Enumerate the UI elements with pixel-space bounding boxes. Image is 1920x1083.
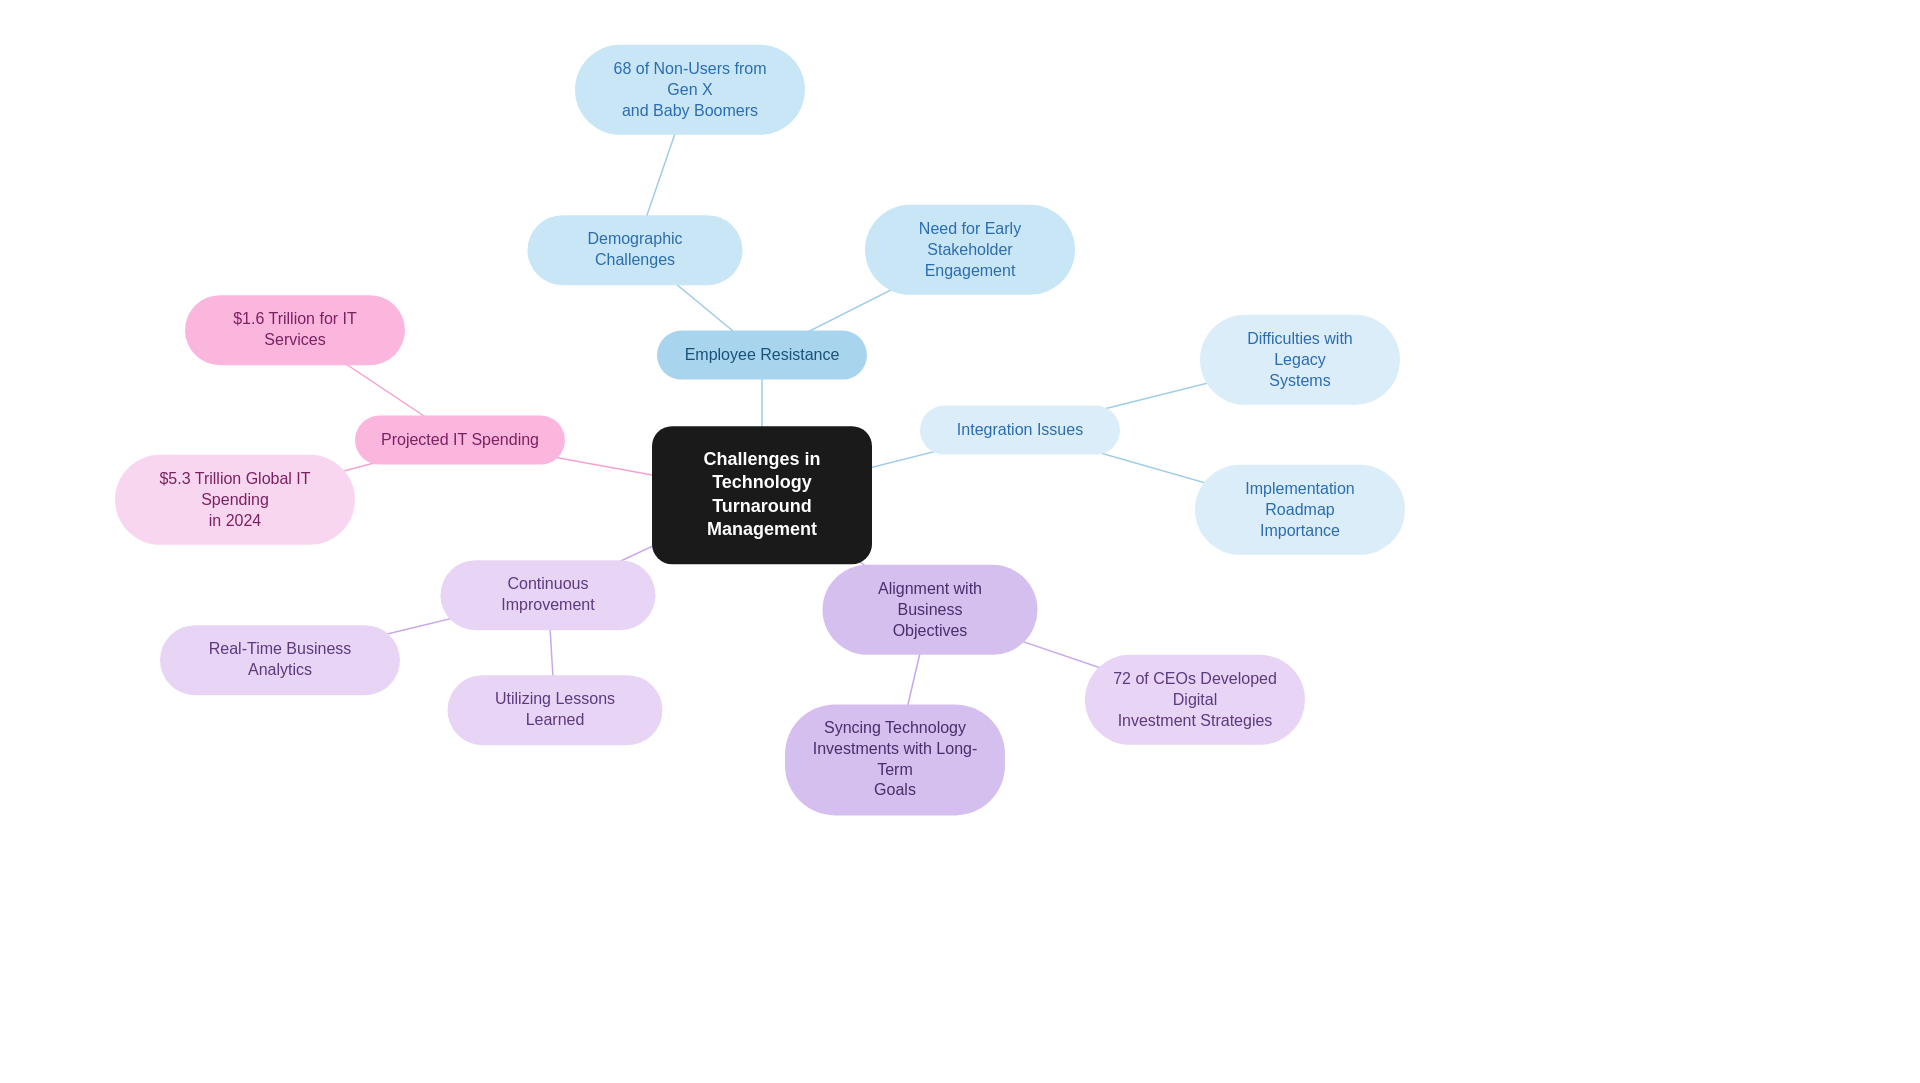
center-node: Challenges in Technology Turnaround Mana…: [652, 426, 872, 564]
demographic-node[interactable]: Demographic Challenges: [528, 215, 743, 285]
need-stakeholder-node[interactable]: Need for Early Stakeholder Engagement: [865, 205, 1075, 295]
implementation-roadmap-node[interactable]: Implementation Roadmap Importance: [1195, 465, 1405, 555]
utilizing-lessons-node[interactable]: Utilizing Lessons Learned: [448, 675, 663, 745]
global-it-node[interactable]: $5.3 Trillion Global IT Spending in 2024: [115, 455, 355, 545]
alignment-node[interactable]: Alignment with Business Objectives: [823, 565, 1038, 655]
syncing-node[interactable]: Syncing Technology Investments with Long…: [785, 704, 1005, 815]
integration-issues-node[interactable]: Integration Issues: [920, 406, 1120, 455]
continuous-improvement-node[interactable]: Continuous Improvement: [441, 560, 656, 630]
non-users-node[interactable]: 68 of Non-Users from Gen X and Baby Boom…: [575, 45, 805, 135]
employee-resistance-node[interactable]: Employee Resistance: [657, 331, 867, 380]
realtime-analytics-node[interactable]: Real-Time Business Analytics: [160, 625, 400, 695]
projected-it-node[interactable]: Projected IT Spending: [355, 416, 565, 465]
difficulties-legacy-node[interactable]: Difficulties with Legacy Systems: [1200, 315, 1400, 405]
ceos-node[interactable]: 72 of CEOs Developed Digital Investment …: [1085, 655, 1305, 745]
it-services-node[interactable]: $1.6 Trillion for IT Services: [185, 295, 405, 365]
